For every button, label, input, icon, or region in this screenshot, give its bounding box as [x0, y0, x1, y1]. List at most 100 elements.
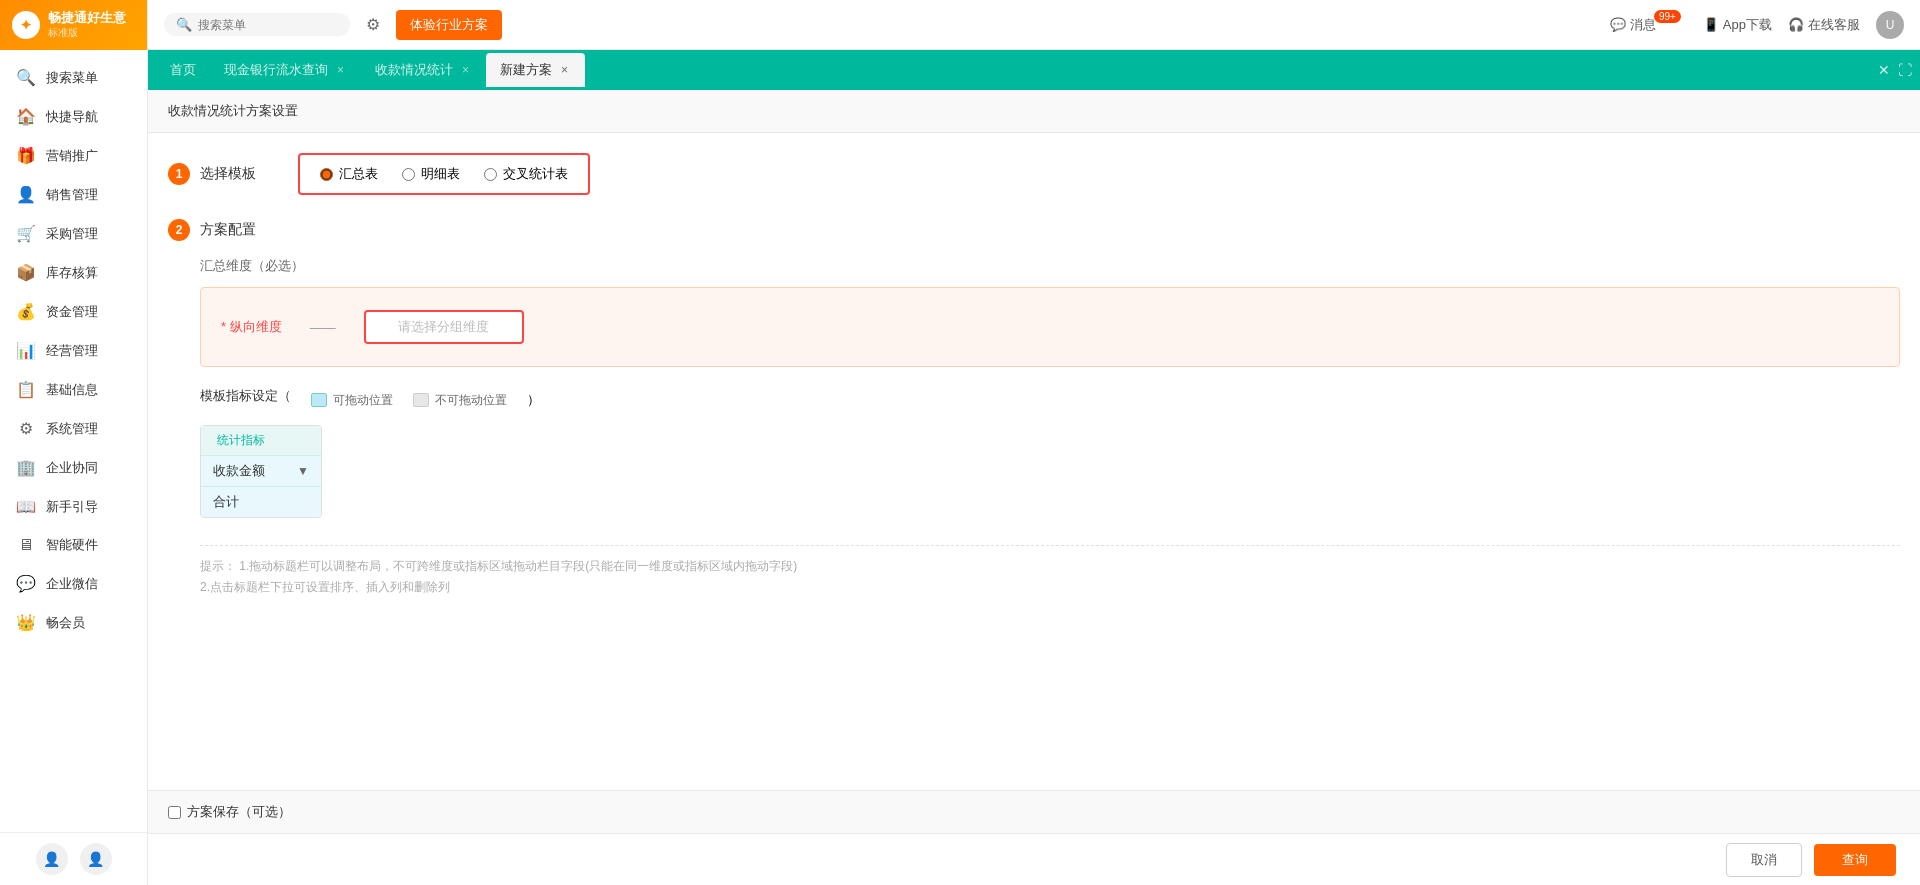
page-header-title: 收款情况统计方案设置 — [168, 103, 298, 118]
gear-icon: ⚙ — [16, 419, 36, 438]
consult-label: 在线客服 — [1808, 16, 1860, 34]
sidebar-item-search-menu[interactable]: 🔍 搜索菜单 — [0, 58, 147, 97]
radio-detail[interactable]: 明细表 — [402, 165, 460, 183]
sidebar-avatar-1[interactable]: 👤 — [36, 843, 68, 875]
sidebar-item-label: 营销推广 — [46, 147, 98, 165]
radio-summary-label: 汇总表 — [339, 165, 378, 183]
hint-nodrag: 不可拖动位置 — [413, 392, 507, 409]
save-plan-checkbox[interactable] — [168, 806, 181, 819]
section-2-number: 2 — [168, 219, 190, 241]
sidebar-avatar-2[interactable]: 👤 — [80, 843, 112, 875]
metrics-cell-payment[interactable]: 收款金额 ▼ — [201, 456, 321, 486]
industry-btn[interactable]: 体验行业方案 — [396, 10, 502, 40]
sidebar-item-label: 新手引导 — [46, 498, 98, 516]
draggable-label: 可拖动位置 — [333, 392, 393, 409]
save-plan-checkbox-label[interactable]: 方案保存（可选） — [168, 803, 291, 821]
headset-icon: 🎧 — [1788, 17, 1804, 32]
no-drag-label: 不可拖动位置 — [435, 392, 507, 409]
cancel-button[interactable]: 取消 — [1726, 843, 1802, 877]
select-placeholder: 请选择分组维度 — [398, 319, 489, 334]
metrics-col: 收款金额 ▼ 合计 — [201, 456, 321, 517]
section-2: 2 方案配置 汇总维度（必选） * 纵向维度 —— 请选择分组维度 — [168, 219, 1900, 612]
home-icon: 🏠 — [16, 107, 36, 126]
sidebar-item-label: 基础信息 — [46, 381, 98, 399]
logo-text-area: 畅捷通好生意 标准版 — [48, 10, 126, 40]
tab-receipt-stat-close[interactable]: × — [459, 62, 472, 78]
sidebar-item-guide[interactable]: 📖 新手引导 — [0, 487, 147, 526]
tip-2: 2.点击标题栏下拉可设置排序、插入列和删除列 — [200, 579, 1900, 596]
tab-receipt-stat[interactable]: 收款情况统计 × — [361, 53, 486, 87]
settings-icon[interactable]: ⚙ — [362, 11, 384, 38]
grouping-dimension-select[interactable]: 请选择分组维度 — [364, 310, 524, 344]
metrics-subtotal: 合计 — [201, 486, 321, 517]
sidebar-item-basic-info[interactable]: 📋 基础信息 — [0, 370, 147, 409]
metrics-section: 模板指标设定（ 可拖动位置 不可拖动位置 ） — [200, 387, 1900, 521]
search-menu-icon: 🔍 — [16, 68, 36, 87]
tab-home[interactable]: 首页 — [156, 53, 210, 87]
logo-badge: 标准版 — [48, 26, 126, 40]
search-input[interactable] — [198, 18, 338, 32]
topbar: 🔍 ⚙ 体验行业方案 💬 消息 99+ 📱 App下载 🎧 在线客服 U — [148, 0, 1920, 50]
sidebar-item-hardware[interactable]: 🖥 智能硬件 — [0, 526, 147, 564]
sub-label: 汇总维度（必选） — [200, 257, 1900, 275]
sidebar-item-label: 企业协同 — [46, 459, 98, 477]
sidebar-item-member[interactable]: 👑 畅会员 — [0, 603, 147, 642]
tab-bank-flow-close[interactable]: × — [334, 62, 347, 78]
user-avatar[interactable]: U — [1876, 11, 1904, 39]
topbar-actions: 💬 消息 99+ 📱 App下载 🎧 在线客服 U — [1610, 11, 1904, 39]
page-body: 1 选择模板 汇总表 明细表 — [148, 133, 1920, 790]
sidebar-item-system[interactable]: ⚙ 系统管理 — [0, 409, 147, 448]
sidebar-bottom: 👤 👤 — [0, 832, 147, 885]
tab-new-plan-close[interactable]: × — [558, 62, 571, 78]
sidebar-item-label: 销售管理 — [46, 186, 98, 204]
sidebar-item-purchase[interactable]: 🛒 采购管理 — [0, 214, 147, 253]
vertical-label: * 纵向维度 — [221, 318, 282, 336]
tab-bank-flow[interactable]: 现金银行流水查询 × — [210, 53, 361, 87]
sidebar-item-finance[interactable]: 💰 资金管理 — [0, 292, 147, 331]
radio-summary[interactable]: 汇总表 — [320, 165, 378, 183]
search-box[interactable]: 🔍 — [164, 13, 350, 36]
message-action[interactable]: 💬 消息 99+ — [1610, 16, 1687, 34]
sidebar-item-corp[interactable]: 🏢 企业协同 — [0, 448, 147, 487]
sidebar-logo: ✦ 畅捷通好生意 标准版 — [0, 0, 147, 50]
radio-summary-input[interactable] — [320, 168, 333, 181]
clipboard-icon: 📋 — [16, 380, 36, 399]
sidebar-item-sales[interactable]: 👤 销售管理 — [0, 175, 147, 214]
download-action[interactable]: 📱 App下载 — [1703, 16, 1772, 34]
tabs-close-all-icon[interactable]: ✕ — [1878, 62, 1890, 78]
tabs-controls: ✕ ⛶ — [1878, 62, 1912, 78]
radio-cross[interactable]: 交叉统计表 — [484, 165, 568, 183]
metrics-table-header: 统计指标 — [201, 426, 321, 456]
nodrag-indicator — [413, 393, 429, 407]
sidebar-item-marketing[interactable]: 🎁 营销推广 — [0, 136, 147, 175]
sidebar-item-operation[interactable]: 📊 经营管理 — [0, 331, 147, 370]
section-1-title: 选择模板 — [200, 165, 256, 183]
radio-cross-label: 交叉统计表 — [503, 165, 568, 183]
save-plan-label: 方案保存（可选） — [187, 803, 291, 821]
sidebar-item-label: 资金管理 — [46, 303, 98, 321]
message-badge: 99+ — [1654, 10, 1681, 23]
tab-new-plan[interactable]: 新建方案 × — [486, 53, 585, 87]
action-bar: 取消 查询 — [148, 833, 1920, 885]
tabs-expand-icon[interactable]: ⛶ — [1898, 62, 1912, 78]
sidebar-item-quick-nav[interactable]: 🏠 快捷导航 — [0, 97, 147, 136]
radio-cross-input[interactable] — [484, 168, 497, 181]
sidebar-nav: 🔍 搜索菜单 🏠 快捷导航 🎁 营销推广 👤 销售管理 🛒 采购管理 📦 库存核… — [0, 50, 147, 832]
section-1-header: 1 选择模板 汇总表 明细表 — [168, 153, 1900, 195]
sidebar-item-inventory[interactable]: 📦 库存核算 — [0, 253, 147, 292]
cart-icon: 🛒 — [16, 224, 36, 243]
building-icon: 🏢 — [16, 458, 36, 477]
message-icon: 💬 — [1610, 17, 1626, 32]
download-label: App下载 — [1723, 16, 1772, 34]
sidebar-item-wechat[interactable]: 💬 企业微信 — [0, 564, 147, 603]
radio-detail-input[interactable] — [402, 168, 415, 181]
sidebar-item-label: 搜索菜单 — [46, 69, 98, 87]
consult-action[interactable]: 🎧 在线客服 — [1788, 16, 1860, 34]
user-icon: 👤 — [16, 185, 36, 204]
sidebar-item-label: 库存核算 — [46, 264, 98, 282]
query-button[interactable]: 查询 — [1814, 844, 1896, 876]
monitor-icon: 🖥 — [16, 536, 36, 554]
sidebar-item-label: 快捷导航 — [46, 108, 98, 126]
metrics-header-text: 模板指标设定（ — [200, 387, 291, 405]
book-icon: 📖 — [16, 497, 36, 516]
